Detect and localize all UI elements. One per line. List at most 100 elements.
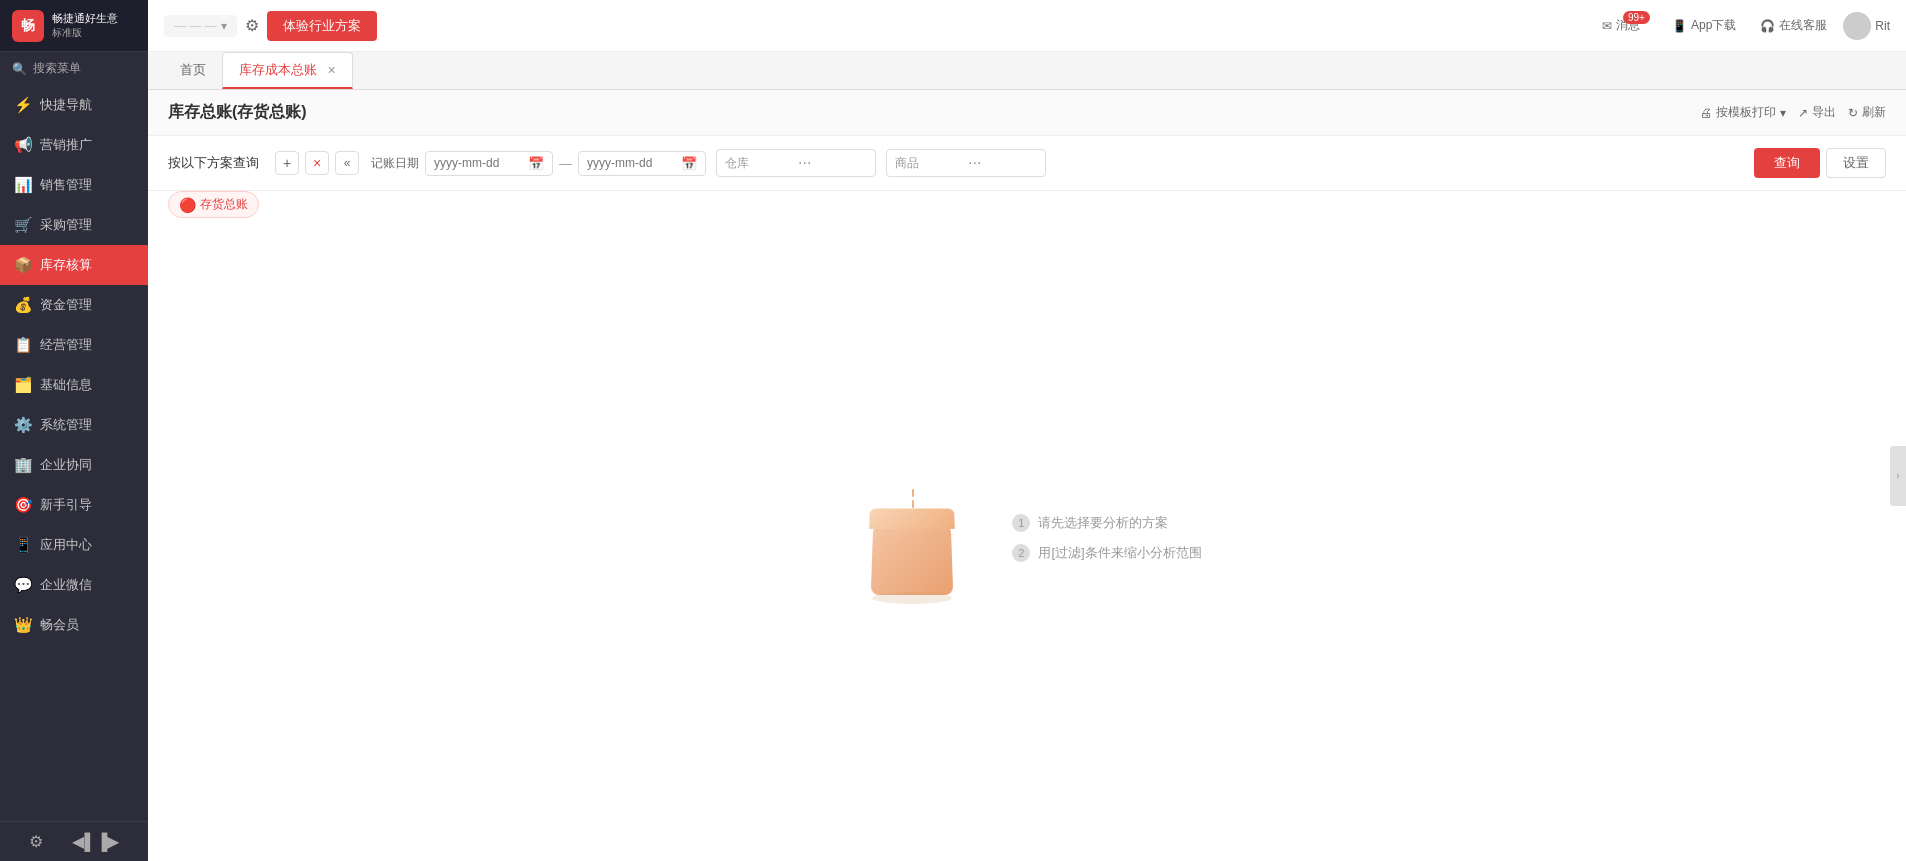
nav-icon-marketing: 📢: [14, 136, 32, 154]
setting-button[interactable]: 设置: [1826, 148, 1886, 178]
nav-label-system: 系统管理: [40, 416, 92, 434]
sidebar-item-app-center[interactable]: 📱 应用中心: [0, 525, 148, 565]
step-1-text: 请先选择要分析的方案: [1038, 514, 1168, 532]
empty-step-1: 1 请先选择要分析的方案: [1012, 514, 1201, 532]
user-menu[interactable]: Rit: [1843, 12, 1890, 40]
export-button[interactable]: ↗ 导出: [1798, 104, 1836, 121]
nav-label-marketing: 营销推广: [40, 136, 92, 154]
sidebar-search[interactable]: 🔍 搜索菜单: [0, 52, 148, 85]
panel-chevron-icon: ›: [1896, 470, 1899, 481]
date-end-input-wrap: 📅: [578, 151, 706, 176]
nav-label-sales: 销售管理: [40, 176, 92, 194]
page-header: 库存总账(存货总账) 🖨 按模板打印 ▾ ↗ 导出 ↻ 刷新: [148, 90, 1906, 136]
empty-step-2: 2 用[过滤]条件来缩小分析范围: [1012, 544, 1201, 562]
filter-add-button[interactable]: +: [275, 151, 299, 175]
product-select[interactable]: 商品 ···: [886, 149, 1046, 177]
nav-icon-sales: 📊: [14, 176, 32, 194]
scheme-item-label: 存货总账: [200, 196, 248, 213]
online-support-button[interactable]: 🎧 在线客服: [1760, 17, 1827, 34]
sidebar-item-wechat[interactable]: 💬 企业微信: [0, 565, 148, 605]
gear-icon[interactable]: ⚙: [245, 16, 259, 35]
empty-illustration: [852, 484, 972, 604]
refresh-icon: ↻: [1848, 106, 1858, 120]
filter-row: 记账日期 📅 — 📅 仓库 ··· 商品: [371, 148, 1886, 178]
print-label: 按模板打印: [1716, 104, 1776, 121]
sidebar-item-sales[interactable]: 📊 销售管理: [0, 165, 148, 205]
warehouse-placeholder: 仓库: [725, 155, 794, 172]
topbar-left: — — — ▾ ⚙ 体验行业方案: [164, 11, 1592, 41]
collapse-icon[interactable]: ◀▌▐▶: [72, 832, 119, 851]
brand-text: — — —: [174, 19, 217, 33]
scheme-item[interactable]: 🔴 存货总账: [168, 191, 259, 218]
sidebar-item-operations[interactable]: 📋 经营管理: [0, 325, 148, 365]
brand-chevron-icon[interactable]: ▾: [221, 19, 227, 33]
calendar-end-icon[interactable]: 📅: [681, 156, 697, 171]
warehouse-select[interactable]: 仓库 ···: [716, 149, 876, 177]
nav-icon-inventory: 📦: [14, 256, 32, 274]
date-start-input[interactable]: [434, 156, 524, 170]
main-wrapper: — — — ▾ ⚙ 体验行业方案 ✉ 消息 99+ 📱 App下载 🎧 在线客服: [148, 0, 1906, 861]
app-download-button[interactable]: 📱 App下载: [1672, 17, 1736, 34]
date-start-input-wrap: 📅: [425, 151, 553, 176]
message-button[interactable]: ✉ 消息 99+: [1602, 17, 1640, 34]
empty-box: [871, 525, 954, 595]
tab-close-icon[interactable]: ✕: [327, 64, 336, 76]
sidebar-item-finance[interactable]: 💰 资金管理: [0, 285, 148, 325]
empty-state: 1 请先选择要分析的方案 2 用[过滤]条件来缩小分析范围: [148, 226, 1906, 861]
sidebar-bottom: ⚙ ◀▌▐▶: [0, 821, 148, 861]
export-icon: ↗: [1798, 106, 1808, 120]
sidebar-item-enterprise[interactable]: 🏢 企业协同: [0, 445, 148, 485]
phone-icon: 📱: [1672, 19, 1687, 33]
sidebar-item-quick-nav[interactable]: ⚡ 快捷导航: [0, 85, 148, 125]
sidebar-item-purchase[interactable]: 🛒 采购管理: [0, 205, 148, 245]
nav-icon-guide: 🎯: [14, 496, 32, 514]
sidebar-item-member[interactable]: 👑 畅会员: [0, 605, 148, 645]
nav-label-finance: 资金管理: [40, 296, 92, 314]
message-badge: 99+: [1623, 11, 1650, 24]
nav-label-wechat: 企业微信: [40, 576, 92, 594]
filter-actions: + × «: [275, 151, 359, 175]
sidebar-item-basics[interactable]: 🗂️ 基础信息: [0, 365, 148, 405]
nav-icon-app-center: 📱: [14, 536, 32, 554]
headset-icon: 🎧: [1760, 19, 1775, 33]
product-placeholder: 商品: [895, 155, 964, 172]
filter-collapse-button[interactable]: «: [335, 151, 359, 175]
sidebar-nav: ⚡ 快捷导航 📢 营销推广 📊 销售管理 🛒 采购管理 📦 库存核算 💰 资金管…: [0, 85, 148, 821]
sidebar-item-guide[interactable]: 🎯 新手引导: [0, 485, 148, 525]
calendar-start-icon[interactable]: 📅: [528, 156, 544, 171]
refresh-button[interactable]: ↻ 刷新: [1848, 104, 1886, 121]
right-panel-toggle[interactable]: ›: [1890, 446, 1906, 506]
date-end-input[interactable]: [587, 156, 677, 170]
print-button[interactable]: 🖨 按模板打印 ▾: [1700, 104, 1786, 121]
query-button[interactable]: 查询: [1754, 148, 1820, 178]
nav-icon-wechat: 💬: [14, 576, 32, 594]
export-label: 导出: [1812, 104, 1836, 121]
nav-label-purchase: 采购管理: [40, 216, 92, 234]
nav-label-enterprise: 企业协同: [40, 456, 92, 474]
sidebar-item-marketing[interactable]: 📢 营销推广: [0, 125, 148, 165]
step-1-number: 1: [1012, 514, 1030, 532]
print-chevron-icon: ▾: [1780, 106, 1786, 120]
sidebar-item-inventory[interactable]: 📦 库存核算: [0, 245, 148, 285]
search-icon: 🔍: [12, 62, 27, 76]
online-support-label: 在线客服: [1779, 17, 1827, 34]
brand-area: — — — ▾: [164, 15, 237, 37]
nav-label-guide: 新手引导: [40, 496, 92, 514]
sidebar-item-system[interactable]: ⚙️ 系统管理: [0, 405, 148, 445]
nav-label-basics: 基础信息: [40, 376, 92, 394]
page-content: 库存总账(存货总账) 🖨 按模板打印 ▾ ↗ 导出 ↻ 刷新 按以下方案查询: [148, 90, 1906, 861]
tab-home[interactable]: 首页: [164, 53, 222, 89]
tab-inventory-ledger[interactable]: 库存成本总账 ✕: [222, 52, 353, 89]
settings-icon[interactable]: ⚙: [29, 832, 43, 851]
nav-icon-finance: 💰: [14, 296, 32, 314]
product-more-icon: ···: [968, 154, 1037, 172]
refresh-label: 刷新: [1862, 104, 1886, 121]
filter-buttons: 查询 设置: [1754, 148, 1886, 178]
nav-icon-quick-nav: ⚡: [14, 96, 32, 114]
date-label: 记账日期: [371, 155, 419, 172]
nav-icon-enterprise: 🏢: [14, 456, 32, 474]
warehouse-more-icon: ···: [798, 154, 867, 172]
trial-button[interactable]: 体验行业方案: [267, 11, 377, 41]
step-2-number: 2: [1012, 544, 1030, 562]
filter-delete-button[interactable]: ×: [305, 151, 329, 175]
